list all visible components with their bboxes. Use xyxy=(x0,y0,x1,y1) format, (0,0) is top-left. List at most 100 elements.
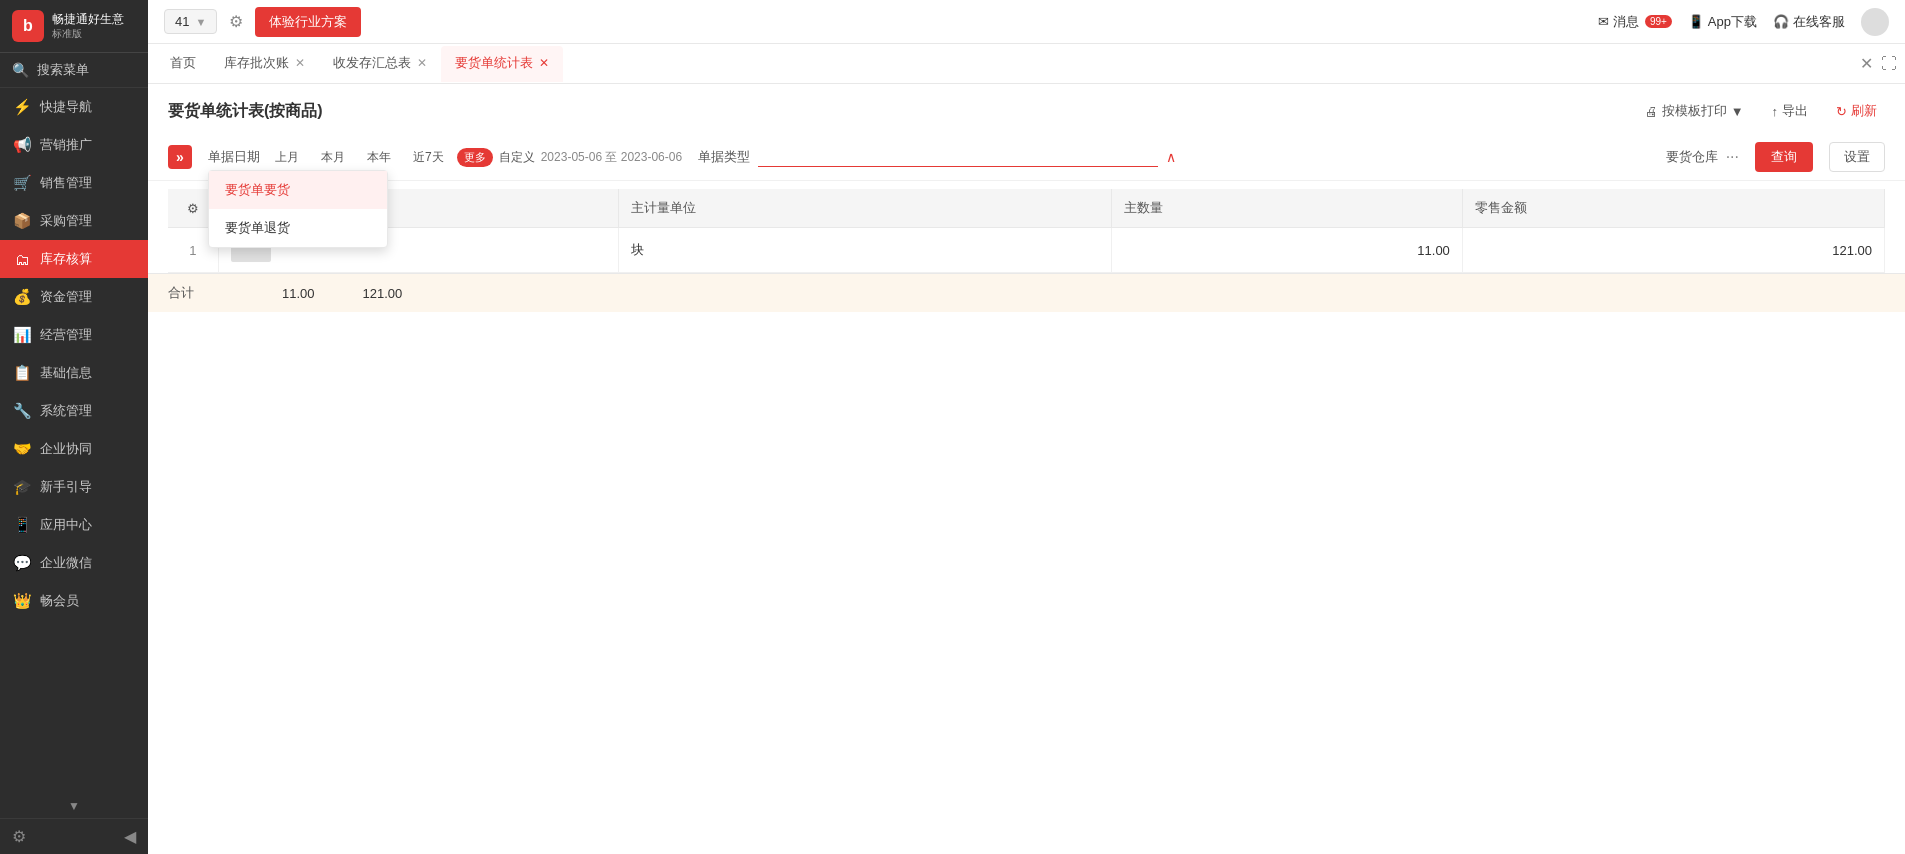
settings-icon[interactable]: ⚙ xyxy=(12,827,26,846)
sidebar-scroll-down[interactable]: ▼ xyxy=(0,794,148,818)
col-amount: 零售金额 xyxy=(1462,189,1884,228)
sidebar-item-sales[interactable]: 🛒销售管理 xyxy=(0,164,148,202)
sidebar-item-enterprise[interactable]: 🤝企业协同 xyxy=(0,430,148,468)
sidebar-item-quick-nav[interactable]: ⚡ 快捷导航 xyxy=(0,88,148,126)
date-cur-year[interactable]: 本年 xyxy=(358,146,400,169)
type-chevron-icon[interactable]: ∧ xyxy=(1166,149,1176,165)
online-service-btn[interactable]: 🎧 在线客服 xyxy=(1773,13,1845,31)
print-btn[interactable]: 🖨 按模板打印 ▼ xyxy=(1637,98,1752,124)
refresh-btn[interactable]: ↻ 刷新 xyxy=(1828,98,1885,124)
settings-button[interactable]: 设置 xyxy=(1829,142,1885,172)
nav-icon-wechat: 💬 xyxy=(12,554,32,572)
industry-button[interactable]: 体验行业方案 xyxy=(255,7,361,37)
table-container: ⚙ 商品 主计量单位 主数量 零售金额 1 xyxy=(148,189,1905,273)
sidebar-item-purchase[interactable]: 📦采购管理 xyxy=(0,202,148,240)
type-filter-input[interactable] xyxy=(758,147,1158,167)
topbar-gear-icon[interactable]: ⚙ xyxy=(229,12,243,31)
store-selector[interactable]: 41 ▼ xyxy=(164,9,217,34)
export-icon: ↑ xyxy=(1772,104,1779,119)
date-prev-month[interactable]: 上月 xyxy=(266,146,308,169)
service-icon: 🎧 xyxy=(1773,14,1789,29)
row-unit: 块 xyxy=(618,228,1111,273)
tab-expand-icon[interactable]: ⛶ xyxy=(1881,55,1897,73)
date-cur-month[interactable]: 本月 xyxy=(312,146,354,169)
logo-sub: 标准版 xyxy=(52,27,124,40)
notification-btn[interactable]: ✉ 消息 99+ xyxy=(1598,13,1672,31)
nav-icon-quick-nav: ⚡ xyxy=(12,98,32,116)
tab-order-close[interactable]: ✕ xyxy=(539,56,549,70)
sidebar-item-finance[interactable]: 💰资金管理 xyxy=(0,278,148,316)
type-filter-label: 单据类型 xyxy=(698,148,750,166)
export-btn[interactable]: ↑ 导出 xyxy=(1764,98,1817,124)
type-filter-group: 单据类型 ∧ xyxy=(698,147,1650,167)
table-footer: 合计 11.00 121.00 xyxy=(148,273,1905,312)
nav-icon-enterprise: 🤝 xyxy=(12,440,32,458)
row-quantity: 11.00 xyxy=(1112,228,1463,273)
date-custom-btn[interactable]: 自定义 xyxy=(499,149,535,166)
footer-quantity: 11.00 xyxy=(242,286,315,301)
warehouse-filter-group: 要货仓库 ··· xyxy=(1666,148,1739,166)
sidebar-item-app-center[interactable]: 📱 应用中心 xyxy=(0,506,148,544)
nav-label-inventory: 库存核算 xyxy=(40,250,92,268)
sidebar-item-inventory[interactable]: 🗂 库存核算 xyxy=(0,240,148,278)
sidebar-item-marketing[interactable]: 📢营销推广 xyxy=(0,126,148,164)
date-more-btn[interactable]: 更多 xyxy=(457,148,493,167)
page-title: 要货单统计表(按商品) xyxy=(168,101,323,122)
tab-close-all-icon[interactable]: ✕ xyxy=(1860,54,1873,73)
sidebar-item-guide[interactable]: 🎓新手引导 xyxy=(0,468,148,506)
tab-recv-label: 收发存汇总表 xyxy=(333,54,411,72)
sidebar-item-basic-info[interactable]: 📋基础信息 xyxy=(0,354,148,392)
date-quick-btns: 上月 本月 本年 近7天 更多 xyxy=(266,146,493,169)
nav-label-marketing: 营销推广 xyxy=(40,136,92,154)
dropdown-item-return[interactable]: 要货单退货 xyxy=(209,209,387,247)
topbar-left: 41 ▼ ⚙ 体验行业方案 xyxy=(164,7,361,37)
collapse-icon[interactable]: ◀ xyxy=(124,827,136,846)
date-filter-label: 单据日期 xyxy=(208,148,260,166)
filter-expand-btn[interactable]: » xyxy=(168,145,192,169)
tab-batch-close[interactable]: ✕ xyxy=(295,56,305,70)
sidebar-item-operations[interactable]: 📊经营管理 xyxy=(0,316,148,354)
footer-amount-value: 121.00 xyxy=(363,286,403,301)
service-label: 在线客服 xyxy=(1793,13,1845,31)
page-header: 要货单统计表(按商品) 🖨 按模板打印 ▼ ↑ 导出 ↻ 刷新 xyxy=(148,84,1905,134)
nav-icon-system: 🔧 xyxy=(12,402,32,420)
sidebar-item-wechat[interactable]: 💬企业微信 xyxy=(0,544,148,582)
app-icon: 📱 xyxy=(1688,14,1704,29)
tab-home[interactable]: 首页 xyxy=(156,46,210,82)
sidebar-item-vip[interactable]: 👑畅会员 xyxy=(0,582,148,620)
topbar-right: ✉ 消息 99+ 📱 App下载 🎧 在线客服 xyxy=(1598,8,1889,36)
col-quantity: 主数量 xyxy=(1112,189,1463,228)
print-label: 按模板打印 xyxy=(1662,102,1727,120)
warehouse-dots-icon[interactable]: ··· xyxy=(1726,148,1739,166)
nav-label-purchase: 采购管理 xyxy=(40,212,92,230)
search-menu[interactable]: 🔍 搜索菜单 xyxy=(0,53,148,88)
table-body: 1 块 11.00 121.00 xyxy=(168,228,1885,273)
app-label: App下载 xyxy=(1708,13,1757,31)
dropdown-item-goods[interactable]: 要货单要货 xyxy=(209,171,387,209)
sidebar-footer: ⚙ ◀ xyxy=(0,818,148,854)
tab-recv-summary[interactable]: 收发存汇总表 ✕ xyxy=(319,46,441,82)
tab-recv-close[interactable]: ✕ xyxy=(417,56,427,70)
user-avatar[interactable] xyxy=(1861,8,1889,36)
logo-icon: b xyxy=(12,10,44,42)
warehouse-label: 要货仓库 xyxy=(1666,148,1718,166)
tab-order-stats[interactable]: 要货单统计表 ✕ xyxy=(441,46,563,82)
tab-batch-label: 库存批次账 xyxy=(224,54,289,72)
tab-batch-account[interactable]: 库存批次账 ✕ xyxy=(210,46,319,82)
nav-label-sales: 销售管理 xyxy=(40,174,92,192)
search-label: 搜索菜单 xyxy=(37,61,89,79)
nav-icon-guide: 🎓 xyxy=(12,478,32,496)
nav-icon-app-center: 📱 xyxy=(12,516,32,534)
nav-icon-inventory: 🗂 xyxy=(12,251,32,268)
app-download-btn[interactable]: 📱 App下载 xyxy=(1688,13,1757,31)
date-7d[interactable]: 近7天 xyxy=(404,146,453,169)
refresh-label: 刷新 xyxy=(1851,102,1877,120)
nav-label-app-center: 应用中心 xyxy=(40,516,92,534)
nav-label-quick-nav: 快捷导航 xyxy=(40,98,92,116)
query-button[interactable]: 查询 xyxy=(1755,142,1813,172)
tabbar: 首页 库存批次账 ✕ 收发存汇总表 ✕ 要货单统计表 ✕ ✕ ⛶ xyxy=(148,44,1905,84)
sidebar-item-system[interactable]: 🔧系统管理 xyxy=(0,392,148,430)
footer-quantity-value: 11.00 xyxy=(282,286,315,301)
sidebar-logo: b 畅捷通好生意 标准版 xyxy=(0,0,148,53)
nav-icon-finance: 💰 xyxy=(12,288,32,306)
